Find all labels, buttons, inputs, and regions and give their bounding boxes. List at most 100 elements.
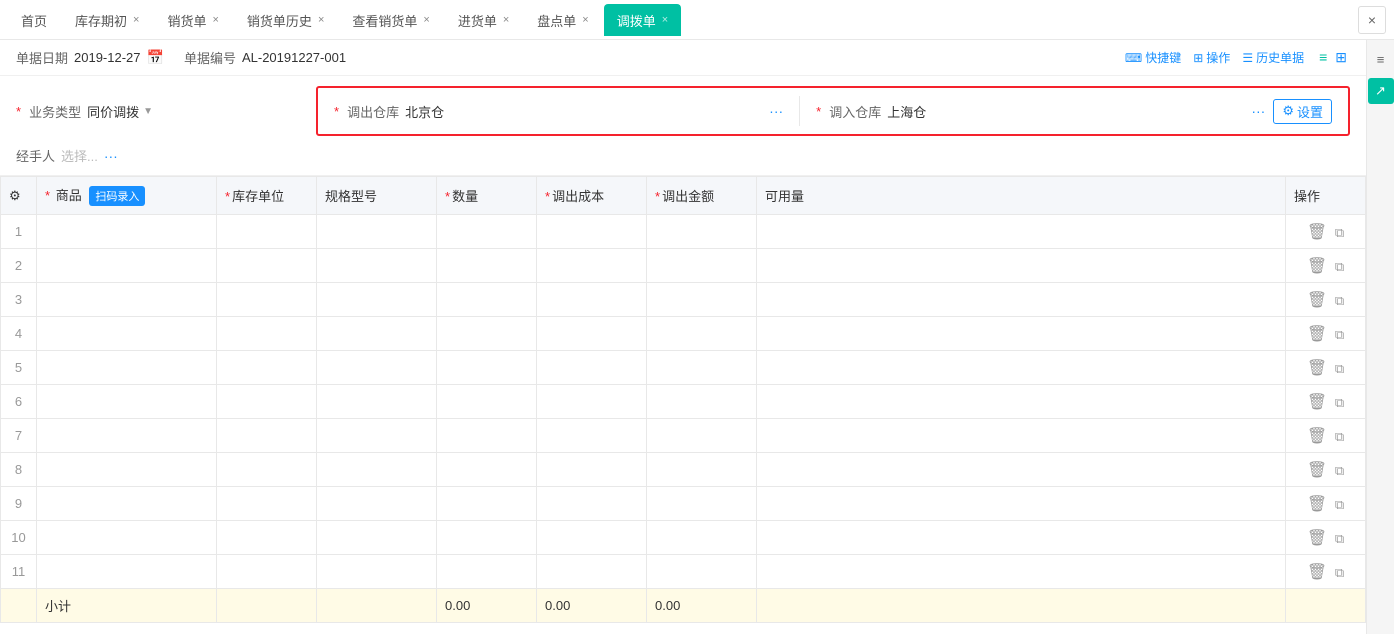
row-10-available[interactable]	[757, 521, 1286, 555]
row-4-cost[interactable]	[537, 317, 647, 351]
row-9-unit[interactable]	[217, 487, 317, 521]
row-11-cost[interactable]	[537, 555, 647, 589]
row-6-spec[interactable]	[317, 385, 437, 419]
row-4-unit[interactable]	[217, 317, 317, 351]
row-6-available[interactable]	[757, 385, 1286, 419]
tab-sales-history[interactable]: 销货单历史 ×	[234, 4, 337, 36]
row-4-product[interactable]	[37, 317, 217, 351]
row-6-amount[interactable]	[647, 385, 757, 419]
row-7-cost[interactable]	[537, 419, 647, 453]
row-3-spec[interactable]	[317, 283, 437, 317]
row-3-available[interactable]	[757, 283, 1286, 317]
sidebar-doc-button[interactable]: ≡	[1370, 48, 1392, 70]
row-1-cost[interactable]	[537, 215, 647, 249]
row-10-product[interactable]	[37, 521, 217, 555]
row-8-product[interactable]	[37, 453, 217, 487]
row-3-copy-button[interactable]: ⧉	[1335, 293, 1344, 308]
row-11-available[interactable]	[757, 555, 1286, 589]
tab-inventory-init[interactable]: 库存期初 ×	[62, 4, 152, 36]
row-7-spec[interactable]	[317, 419, 437, 453]
row-8-cost[interactable]	[537, 453, 647, 487]
row-7-product[interactable]	[37, 419, 217, 453]
row-8-amount[interactable]	[647, 453, 757, 487]
row-11-delete-button[interactable]: 🗑	[1307, 564, 1327, 581]
row-8-copy-button[interactable]: ⧉	[1335, 463, 1344, 478]
row-2-delete-button[interactable]: 🗑	[1307, 258, 1327, 275]
row-4-delete-button[interactable]: 🗑	[1307, 326, 1327, 343]
row-2-amount[interactable]	[647, 249, 757, 283]
shortcuts-button[interactable]: ⌨ 快捷键	[1125, 49, 1181, 66]
row-9-cost[interactable]	[537, 487, 647, 521]
sidebar-export-button[interactable]: ↗	[1368, 78, 1394, 104]
row-5-unit[interactable]	[217, 351, 317, 385]
row-9-copy-button[interactable]: ⧉	[1335, 497, 1344, 512]
row-11-spec[interactable]	[317, 555, 437, 589]
row-1-qty[interactable]	[437, 215, 537, 249]
row-2-qty[interactable]	[437, 249, 537, 283]
row-10-amount[interactable]	[647, 521, 757, 555]
grid-view-button[interactable]: ⊞	[1332, 48, 1350, 67]
row-3-delete-button[interactable]: 🗑	[1307, 292, 1327, 309]
tab-view-sales-close[interactable]: ×	[423, 15, 429, 26]
row-7-delete-button[interactable]: 🗑	[1307, 428, 1327, 445]
row-6-copy-button[interactable]: ⧉	[1335, 395, 1344, 410]
tab-home[interactable]: 首页	[8, 4, 60, 36]
row-3-amount[interactable]	[647, 283, 757, 317]
tab-purchase-close[interactable]: ×	[503, 15, 509, 26]
tab-sales-history-close[interactable]: ×	[318, 15, 324, 26]
row-6-qty[interactable]	[437, 385, 537, 419]
row-7-unit[interactable]	[217, 419, 317, 453]
row-9-product[interactable]	[37, 487, 217, 521]
row-3-qty[interactable]	[437, 283, 537, 317]
transfer-out-more-icon[interactable]: ···	[769, 103, 783, 119]
row-10-spec[interactable]	[317, 521, 437, 555]
row-2-product[interactable]	[37, 249, 217, 283]
transfer-in-more-icon[interactable]: ···	[1251, 103, 1265, 119]
row-6-cost[interactable]	[537, 385, 647, 419]
row-6-unit[interactable]	[217, 385, 317, 419]
row-1-product[interactable]	[37, 215, 217, 249]
row-10-unit[interactable]	[217, 521, 317, 555]
tab-inventory[interactable]: 盘点单 ×	[524, 4, 601, 36]
row-9-qty[interactable]	[437, 487, 537, 521]
row-11-unit[interactable]	[217, 555, 317, 589]
history-button[interactable]: ☰ 历史单据	[1242, 49, 1304, 66]
business-type-select[interactable]: 同价调拨 ▼	[87, 102, 187, 121]
row-4-available[interactable]	[757, 317, 1286, 351]
row-11-amount[interactable]	[647, 555, 757, 589]
tab-sales-order-close[interactable]: ×	[212, 15, 218, 26]
row-3-cost[interactable]	[537, 283, 647, 317]
row-11-qty[interactable]	[437, 555, 537, 589]
row-4-copy-button[interactable]: ⧉	[1335, 327, 1344, 342]
list-view-button[interactable]: ≡	[1316, 48, 1330, 67]
row-9-delete-button[interactable]: 🗑	[1307, 496, 1327, 513]
row-1-delete-button[interactable]: 🗑	[1307, 224, 1327, 241]
row-3-product[interactable]	[37, 283, 217, 317]
window-close-button[interactable]: ×	[1358, 6, 1386, 34]
row-8-unit[interactable]	[217, 453, 317, 487]
operations-button[interactable]: ⊞ 操作	[1193, 49, 1230, 66]
row-1-available[interactable]	[757, 215, 1286, 249]
row-3-unit[interactable]	[217, 283, 317, 317]
row-2-cost[interactable]	[537, 249, 647, 283]
settings-button[interactable]: ⚙ 设置	[1273, 99, 1332, 124]
row-10-qty[interactable]	[437, 521, 537, 555]
row-7-available[interactable]	[757, 419, 1286, 453]
tab-view-sales[interactable]: 查看销货单 ×	[339, 4, 442, 36]
row-5-amount[interactable]	[647, 351, 757, 385]
row-10-copy-button[interactable]: ⧉	[1335, 531, 1344, 546]
row-9-available[interactable]	[757, 487, 1286, 521]
row-10-delete-button[interactable]: 🗑	[1307, 530, 1327, 547]
row-6-product[interactable]	[37, 385, 217, 419]
row-7-qty[interactable]	[437, 419, 537, 453]
row-5-delete-button[interactable]: 🗑	[1307, 360, 1327, 377]
row-2-available[interactable]	[757, 249, 1286, 283]
tab-transfer-close[interactable]: ×	[662, 15, 668, 26]
row-8-available[interactable]	[757, 453, 1286, 487]
row-7-copy-button[interactable]: ⧉	[1335, 429, 1344, 444]
row-2-spec[interactable]	[317, 249, 437, 283]
row-5-qty[interactable]	[437, 351, 537, 385]
row-9-amount[interactable]	[647, 487, 757, 521]
row-5-cost[interactable]	[537, 351, 647, 385]
row-5-copy-button[interactable]: ⧉	[1335, 361, 1344, 376]
